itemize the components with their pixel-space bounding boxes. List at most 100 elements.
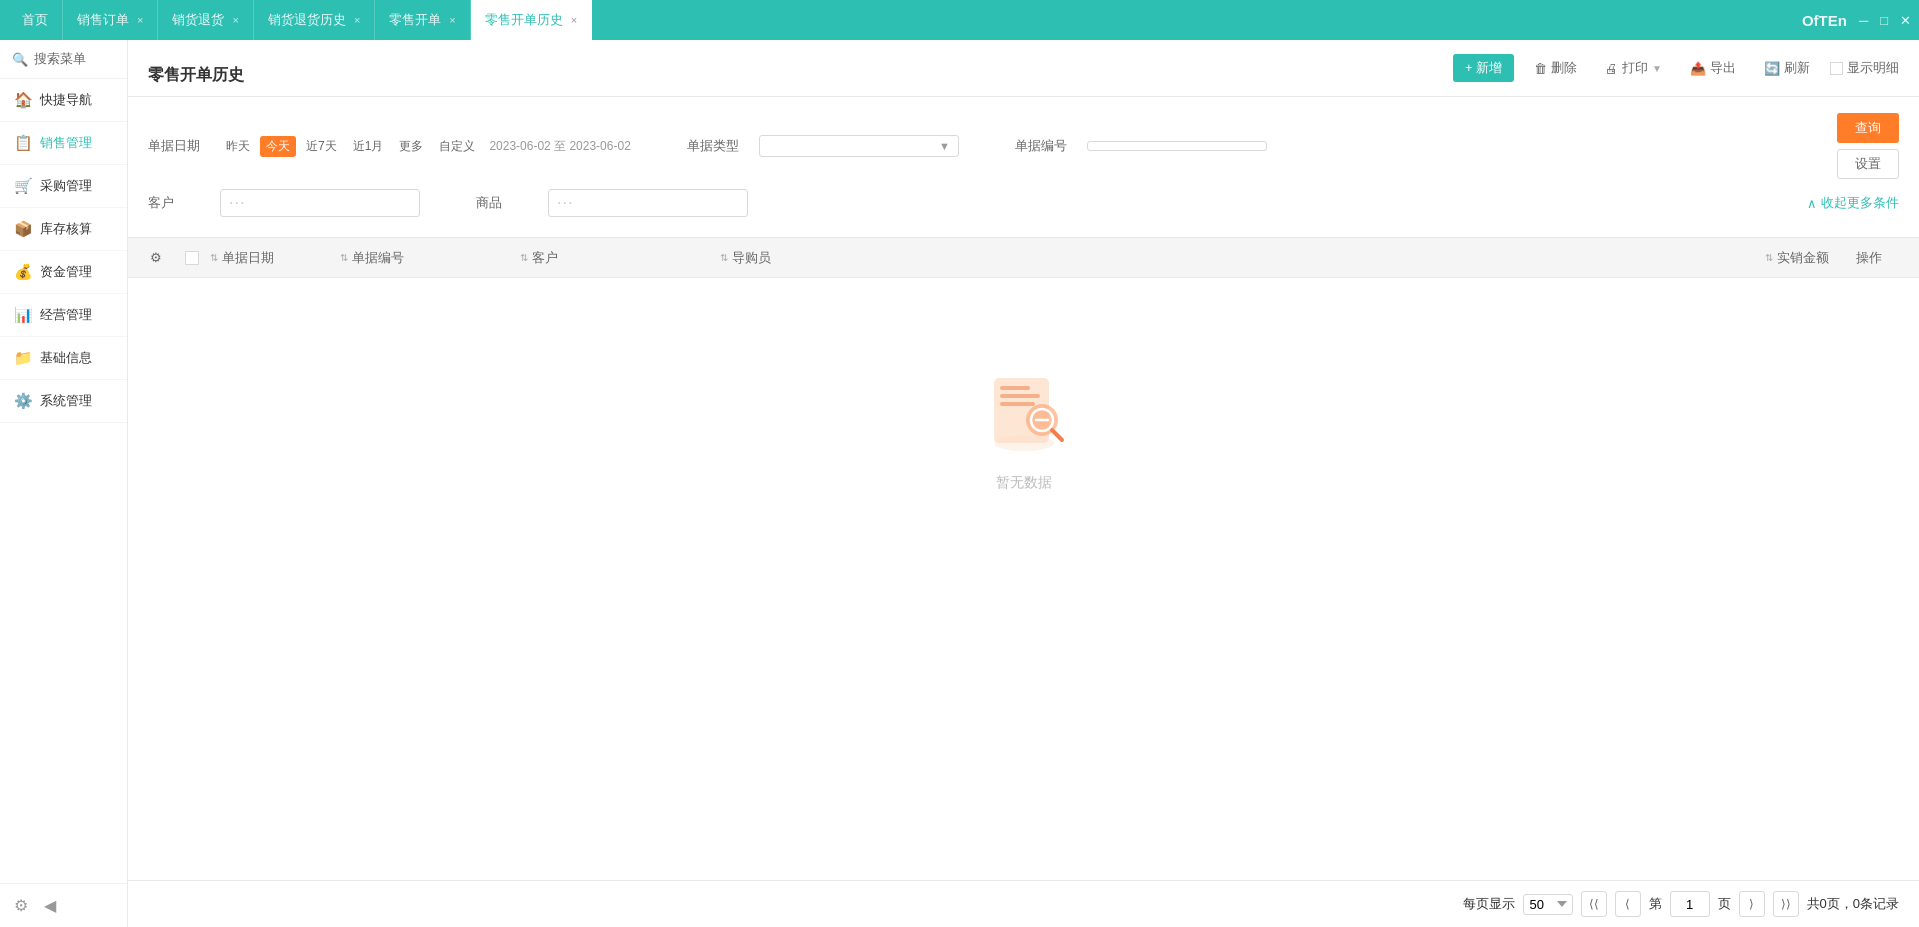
order-no-label: 单据编号: [1015, 137, 1071, 155]
sidebar-item-finance-label: 资金管理: [40, 263, 92, 281]
tab-sales-return[interactable]: 销货退货 ×: [158, 0, 253, 40]
shortcut-more[interactable]: 更多: [393, 136, 429, 157]
tab-home[interactable]: 首页: [8, 0, 63, 40]
operations-icon: 📊: [14, 306, 32, 324]
sidebar-collapse-icon[interactable]: ◀: [44, 896, 56, 915]
tab-sales-order[interactable]: 销售订单 ×: [63, 0, 158, 40]
th-checkbox[interactable]: [174, 251, 210, 265]
sidebar-item-basic-info[interactable]: 📁 基础信息: [0, 337, 127, 380]
collapse-button[interactable]: ∧ 收起更多条件: [1807, 194, 1899, 212]
table-container: ⚙ ⇅ 单据日期 ⇅ 单据编号 ⇅ 客户 ⇅: [128, 238, 1919, 880]
export-button[interactable]: 📤 导出: [1682, 55, 1744, 81]
tab-sales-return-history-close[interactable]: ×: [354, 14, 360, 26]
close-window-icon[interactable]: ✕: [1900, 13, 1911, 28]
tab-sales-order-close[interactable]: ×: [137, 14, 143, 26]
delete-button[interactable]: 🗑 删除: [1526, 55, 1585, 81]
order-type-select[interactable]: ▼: [759, 135, 959, 157]
svg-rect-4: [1000, 402, 1035, 406]
order-type-label: 单据类型: [687, 137, 743, 155]
first-page-button[interactable]: ⟨⟨: [1581, 891, 1607, 917]
refresh-label: 刷新: [1784, 59, 1810, 77]
sales-mgmt-icon: 📋: [14, 134, 32, 152]
product-input[interactable]: ···: [548, 189, 748, 217]
sort-icon-guide: ⇅: [720, 252, 728, 263]
th-date[interactable]: ⇅ 单据日期: [210, 249, 340, 267]
sidebar-item-operations[interactable]: 📊 经营管理: [0, 294, 127, 337]
top-tabbar: 首页 销售订单 × 销货退货 × 销货退货历史 × 零售开单 × 零售开单历史 …: [0, 0, 1919, 40]
display-detail-checkbox[interactable]: [1830, 62, 1843, 75]
th-action-label: 操作: [1856, 249, 1882, 267]
sidebar-item-quick-nav[interactable]: 🏠 快捷导航: [0, 79, 127, 122]
sort-icon-customer: ⇅: [520, 252, 528, 263]
tab-sales-order-label: 销售订单: [77, 11, 129, 29]
tab-retail-open[interactable]: 零售开单 ×: [375, 0, 470, 40]
empty-icon: [974, 358, 1074, 458]
sidebar-item-sales-mgmt[interactable]: 📋 销售管理: [0, 122, 127, 165]
th-order-no[interactable]: ⇅ 单据编号: [340, 249, 520, 267]
filter-row-1: 单据日期 昨天 今天 近7天 近1月 更多 自定义 2023-06-02 至 2…: [148, 113, 1899, 179]
setting-button[interactable]: 设置: [1837, 149, 1899, 179]
last-page-button[interactable]: ⟩⟩: [1773, 891, 1799, 917]
order-no-input[interactable]: [1087, 141, 1267, 151]
export-label: 导出: [1710, 59, 1736, 77]
refresh-button[interactable]: 🔄 刷新: [1756, 55, 1818, 81]
sidebar-item-inventory[interactable]: 📦 库存核算: [0, 208, 127, 251]
sidebar-search[interactable]: 🔍 搜索菜单: [0, 40, 127, 79]
empty-state: 暂无数据: [128, 278, 1919, 572]
tab-sales-return-history[interactable]: 销货退货历史 ×: [254, 0, 375, 40]
display-detail-toggle[interactable]: 显示明细: [1830, 59, 1899, 77]
sidebar-bottom: ⚙ ◀: [0, 883, 127, 927]
search-icon: 🔍: [12, 52, 28, 67]
sidebar: 🔍 搜索菜单 🏠 快捷导航 📋 销售管理 🛒 采购管理 📦 库存核算 💰 资金管…: [0, 40, 128, 927]
th-action: 操作: [1829, 249, 1909, 267]
svg-line-6: [1052, 430, 1062, 440]
shortcut-today[interactable]: 今天: [260, 136, 296, 157]
table-header: ⚙ ⇅ 单据日期 ⇅ 单据编号 ⇅ 客户 ⇅: [128, 238, 1919, 278]
svg-rect-2: [1000, 386, 1030, 390]
select-all-checkbox[interactable]: [185, 251, 199, 265]
prev-page-button[interactable]: ⟨: [1615, 891, 1641, 917]
tab-retail-open-label: 零售开单: [389, 11, 441, 29]
print-button[interactable]: 🖨 打印 ▼: [1597, 55, 1670, 81]
shortcut-7days[interactable]: 近7天: [300, 136, 343, 157]
refresh-icon: 🔄: [1764, 61, 1780, 76]
system-icon: ⚙️: [14, 392, 32, 410]
sidebar-item-finance[interactable]: 💰 资金管理: [0, 251, 127, 294]
sidebar-item-purchase-mgmt[interactable]: 🛒 采购管理: [0, 165, 127, 208]
pagination-bar: 每页显示 50 10 20 100 ⟨⟨ ⟨ 第 页 ⟩ ⟩⟩ 共0页，0条记录: [128, 880, 1919, 927]
add-button[interactable]: + 新增: [1453, 54, 1514, 82]
tab-sales-return-close[interactable]: ×: [232, 14, 238, 26]
tab-retail-open-history-close[interactable]: ×: [571, 14, 577, 26]
query-button[interactable]: 查询: [1837, 113, 1899, 143]
brand-label: OfTEn: [1802, 12, 1847, 29]
next-page-button[interactable]: ⟩: [1739, 891, 1765, 917]
minimize-icon[interactable]: ─: [1859, 13, 1868, 28]
print-chevron-icon: ▼: [1652, 63, 1662, 74]
column-settings-icon[interactable]: ⚙: [150, 250, 162, 265]
total-info: 共0页，0条记录: [1807, 895, 1899, 913]
tab-home-label: 首页: [22, 11, 48, 29]
th-customer[interactable]: ⇅ 客户: [520, 249, 720, 267]
th-date-label: 单据日期: [222, 249, 274, 267]
customer-label: 客户: [148, 194, 204, 212]
page-input[interactable]: [1670, 891, 1710, 917]
sidebar-item-system[interactable]: ⚙️ 系统管理: [0, 380, 127, 423]
main-layout: 🔍 搜索菜单 🏠 快捷导航 📋 销售管理 🛒 采购管理 📦 库存核算 💰 资金管…: [0, 40, 1919, 927]
collapse-label: 收起更多条件: [1821, 194, 1899, 212]
per-page-select[interactable]: 50 10 20 100: [1523, 894, 1573, 915]
th-guide[interactable]: ⇅ 导购员: [720, 249, 850, 267]
content-area: 零售开单历史 + 新增 🗑 删除 🖨 打印 ▼ 📤 导出 🔄: [128, 40, 1919, 927]
tab-sales-return-label: 销货退货: [172, 11, 224, 29]
shortcut-custom[interactable]: 自定义: [433, 136, 481, 157]
th-settings[interactable]: ⚙: [138, 250, 174, 265]
query-setting-group: 查询 设置: [1837, 113, 1899, 179]
sidebar-settings-icon[interactable]: ⚙: [14, 896, 28, 915]
shortcut-yesterday[interactable]: 昨天: [220, 136, 256, 157]
display-detail-label: 显示明细: [1847, 59, 1899, 77]
tab-retail-open-close[interactable]: ×: [449, 14, 455, 26]
customer-input[interactable]: ···: [220, 189, 420, 217]
tab-retail-open-history[interactable]: 零售开单历史 ×: [471, 0, 592, 40]
th-amount[interactable]: ⇅ 实销金额: [1709, 249, 1829, 267]
maximize-icon[interactable]: □: [1880, 13, 1888, 28]
shortcut-1month[interactable]: 近1月: [347, 136, 390, 157]
